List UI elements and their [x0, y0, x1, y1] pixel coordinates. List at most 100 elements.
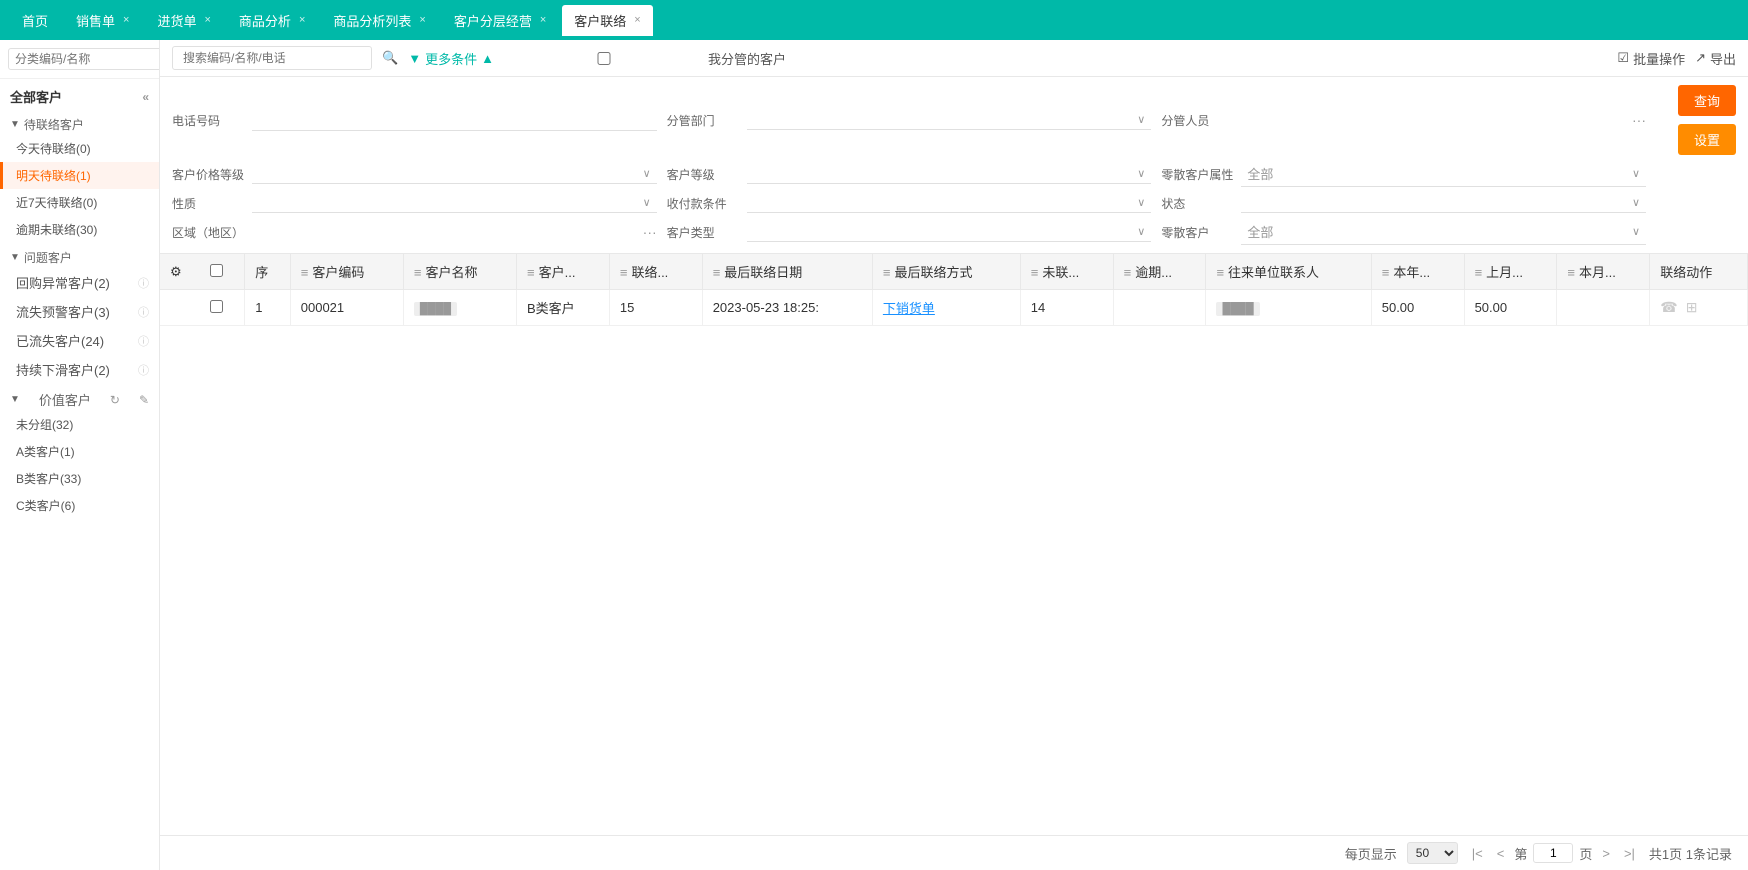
chevron-up-icon: ▲ [481, 51, 494, 66]
close-icon[interactable]: × [419, 14, 425, 26]
th-checkbox[interactable] [200, 254, 245, 290]
filter-field-customer-level: 客户等级 ∨ [667, 164, 1152, 184]
sidebar-search-input[interactable] [8, 48, 160, 70]
sidebar-item-declining[interactable]: 持续下滑客户(2) ⓘ [0, 355, 159, 384]
price-level-select[interactable]: ∨ [252, 164, 657, 184]
edit-icon[interactable]: ✎ [139, 393, 149, 407]
td-last-date: 2023-05-23 18:25: [702, 290, 872, 326]
payment-select[interactable]: ∨ [747, 193, 1152, 213]
th-related: ≡往来单位联系人 [1206, 254, 1371, 290]
page-size-select[interactable]: 50 100 200 [1407, 842, 1458, 864]
footer: 每页显示 50 100 200 |< < 第 页 > >| 共1页 1条记录 [160, 835, 1748, 870]
prev-page-btn[interactable]: < [1493, 844, 1509, 863]
sidebar-search-area: 🔍 [0, 40, 159, 79]
row-checkbox[interactable] [210, 300, 223, 313]
nav-tab-analysis-list[interactable]: 商品分析列表 × [321, 5, 437, 36]
dept-select[interactable]: ∨ [747, 110, 1152, 130]
sidebar-item-repurchase[interactable]: 回购异常客户(2) ⓘ [0, 268, 159, 297]
filter-row-1: 电话号码 分管部门 ∨ 分管人员 ··· 查询 设置 [172, 85, 1736, 155]
close-icon[interactable]: × [540, 14, 546, 26]
filter-row-4: 区域（地区） ··· 客户类型 ∨ 零散客户 全部 ∨ [172, 219, 1736, 245]
sidebar-item-class-c[interactable]: C类客户(6) [0, 492, 159, 519]
th-last-month: ≡上月... [1464, 254, 1557, 290]
search-icon[interactable]: 🔍 [382, 50, 398, 66]
last-page-btn[interactable]: >| [1620, 844, 1639, 863]
info-icon: ⓘ [138, 362, 149, 378]
th-action: 联络动作 [1650, 254, 1748, 290]
close-icon[interactable]: × [299, 14, 305, 26]
chevron-down-icon: ∨ [643, 167, 651, 180]
batch-op-btn[interactable]: ☑ 批量操作 [1617, 49, 1685, 68]
export-btn[interactable]: ↗ 导出 [1695, 49, 1736, 68]
sidebar-item-tomorrow[interactable]: 明天待联络(1) [0, 162, 159, 189]
th-name: ≡客户名称 [403, 254, 516, 290]
filter-field-nature: 性质 ∨ [172, 193, 657, 213]
close-icon[interactable]: × [204, 14, 210, 26]
top-nav: 首页 销售单 × 进货单 × 商品分析 × 商品分析列表 × 客户分层经营 × … [0, 0, 1748, 40]
filter-field-scattered: 零散客户 全部 ∨ [1161, 219, 1646, 245]
advanced-filter: 电话号码 分管部门 ∨ 分管人员 ··· 查询 设置 [160, 77, 1748, 254]
chevron-left-icon[interactable]: « [142, 90, 149, 104]
sidebar-all-customers[interactable]: 全部客户 « [0, 79, 159, 110]
sidebar-item-today[interactable]: 今天待联络(0) [0, 135, 159, 162]
nav-tab-analysis[interactable]: 商品分析 × [227, 5, 317, 36]
scattered-attr-select[interactable]: 全部 ∨ [1241, 161, 1646, 187]
table-row: 1 000021 ████ B类客户 15 2023-05-23 18:25: … [160, 290, 1748, 326]
dots-icon[interactable]: ··· [643, 224, 657, 240]
sidebar-item-class-a[interactable]: A类客户(1) [0, 438, 159, 465]
settings-btn[interactable]: 设置 [1678, 124, 1736, 155]
th-code: ≡客户编码 [290, 254, 403, 290]
gear-icon: ⚙ [170, 264, 182, 279]
more-conditions-btn[interactable]: ▼ 更多条件 ▲ [408, 49, 494, 68]
nav-home[interactable]: 首页 [10, 5, 60, 36]
filter-icon: ▼ [408, 51, 421, 66]
select-all-checkbox[interactable] [210, 264, 223, 277]
sidebar-item-class-b[interactable]: B类客户(33) [0, 465, 159, 492]
refresh-icon[interactable]: ↻ [110, 393, 120, 407]
sidebar-item-churned[interactable]: 已流失客户(24) ⓘ [0, 326, 159, 355]
td-last-method[interactable]: 下销货单 [872, 290, 1020, 326]
chevron-down-icon: ∨ [1632, 167, 1640, 180]
page-input[interactable] [1533, 843, 1573, 863]
chevron-down-icon: ∨ [1137, 113, 1145, 126]
my-customers-checkbox[interactable]: 我分管的客户 [504, 49, 786, 68]
last-method-link[interactable]: 下销货单 [883, 301, 935, 316]
customer-type-select[interactable]: ∨ [747, 222, 1152, 242]
dots-icon[interactable]: ··· [1632, 112, 1646, 128]
filter-field-manager: 分管人员 ··· [1161, 112, 1646, 129]
filter-row-query: 查询 设置 [1656, 85, 1736, 155]
nature-select[interactable]: ∨ [252, 193, 657, 213]
td-overdue [1113, 290, 1206, 326]
nav-tab-customer-contact[interactable]: 客户联络 × [562, 5, 652, 36]
td-this-month [1557, 290, 1650, 326]
customer-level-select[interactable]: ∨ [747, 164, 1152, 184]
query-btn[interactable]: 查询 [1678, 85, 1736, 116]
th-setting[interactable]: ⚙ [160, 254, 200, 290]
td-related: ████ [1206, 290, 1371, 326]
phone-input[interactable] [252, 110, 657, 131]
status-select[interactable]: ∨ [1241, 193, 1646, 213]
nav-tab-customer-tier[interactable]: 客户分层经营 × [442, 5, 558, 36]
grid-action-icon[interactable]: ⊞ [1686, 299, 1698, 316]
close-icon[interactable]: × [123, 14, 129, 26]
sidebar-group-problem: 问题客户 [0, 243, 159, 268]
td-checkbox[interactable] [200, 290, 245, 326]
th-type: ≡客户... [517, 254, 610, 290]
sidebar-item-churn-warning[interactable]: 流失预警客户(3) ⓘ [0, 297, 159, 326]
info-icon: ⓘ [138, 304, 149, 320]
sidebar-item-ungroup[interactable]: 未分组(32) [0, 411, 159, 438]
sidebar: 🔍 全部客户 « 待联络客户 今天待联络(0) 明天待联络(1) 近7天待联络(… [0, 40, 160, 870]
search-input[interactable] [172, 46, 372, 70]
nav-tab-purchase[interactable]: 进货单 × [145, 5, 222, 36]
sidebar-item-overdue[interactable]: 逾期未联络(30) [0, 216, 159, 243]
scattered-select[interactable]: 全部 ∨ [1241, 219, 1646, 245]
sidebar-item-7days[interactable]: 近7天待联络(0) [0, 189, 159, 216]
next-page-btn[interactable]: > [1598, 844, 1614, 863]
phone-action-icon[interactable]: ☎ [1660, 299, 1677, 316]
nav-tab-sales[interactable]: 销售单 × [64, 5, 141, 36]
chevron-down-icon: ∨ [1137, 167, 1145, 180]
first-page-btn[interactable]: |< [1468, 844, 1487, 863]
chevron-down-icon: ∨ [1137, 225, 1145, 238]
close-icon[interactable]: × [634, 14, 640, 26]
td-code: 000021 [290, 290, 403, 326]
